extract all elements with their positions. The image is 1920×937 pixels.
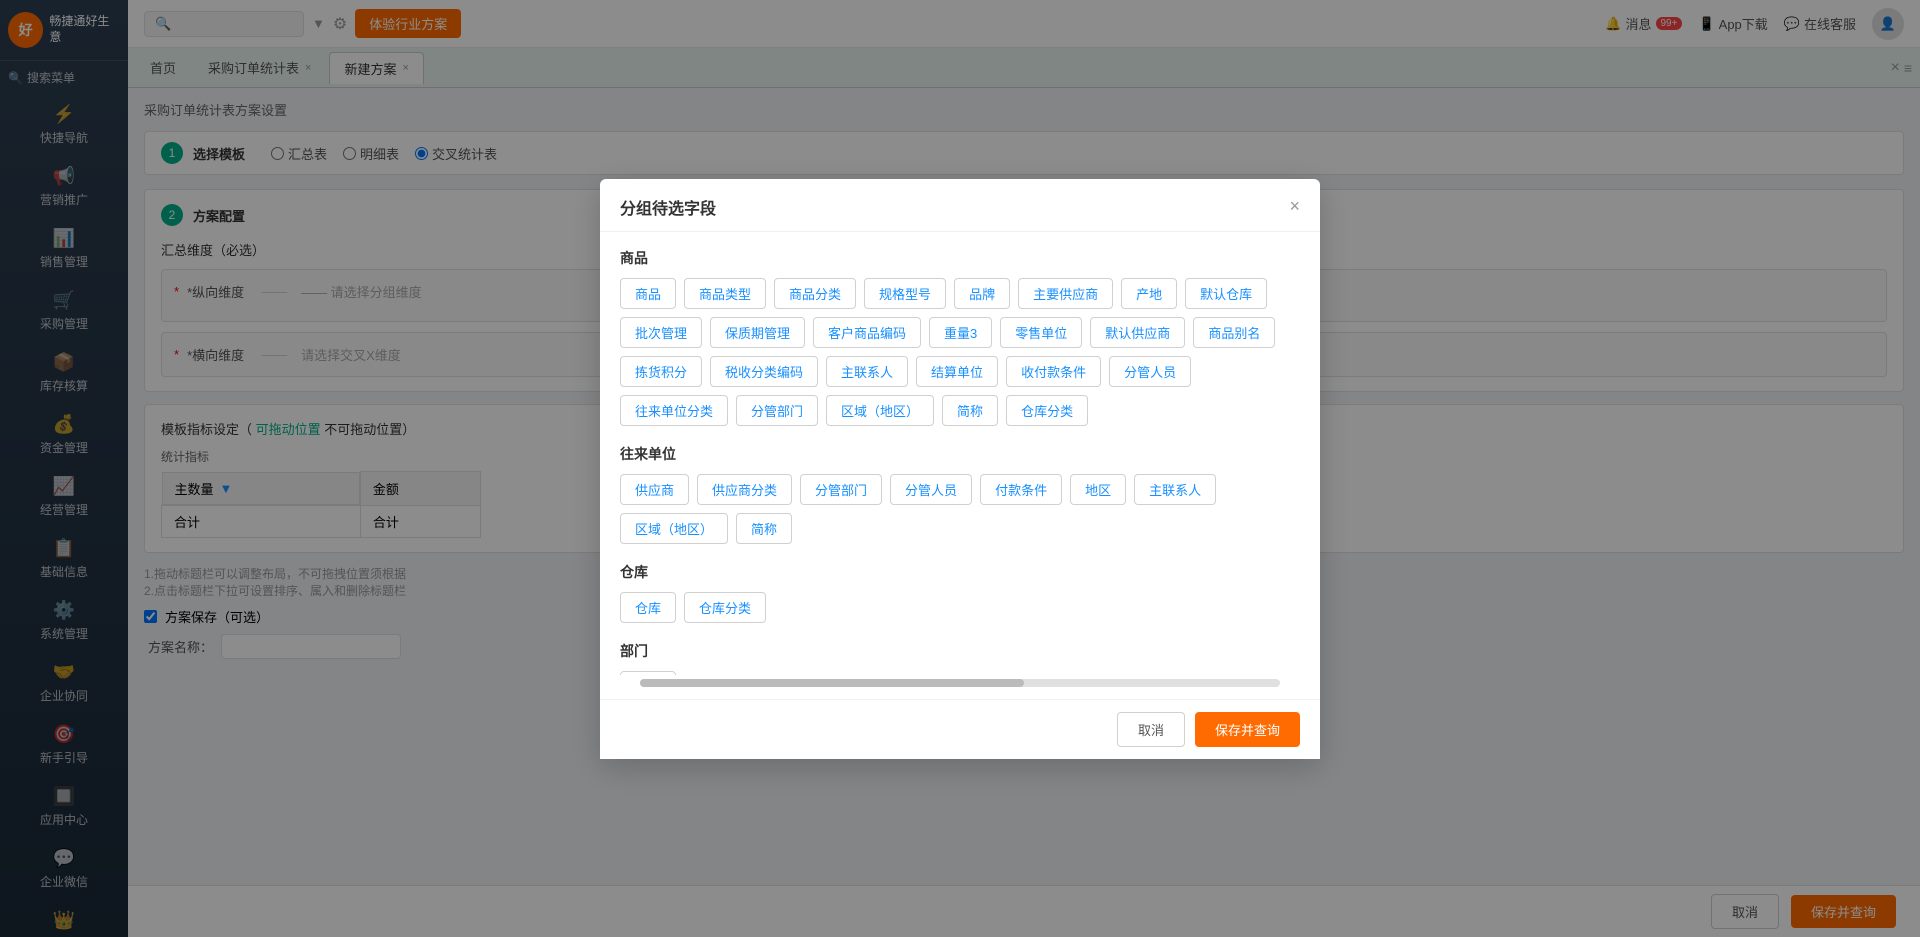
field-tag-区域（地区）[interactable]: 区域（地区） [826,395,934,426]
section-dept: 部门部门 [620,641,1300,675]
section-goods-tags: 商品商品类型商品分类规格型号品牌主要供应商产地默认仓库批次管理保质期管理客户商品… [620,278,1300,426]
section-dept-title: 部门 [620,641,1300,661]
field-tag-简称[interactable]: 简称 [736,513,792,544]
dialog-cancel-button[interactable]: 取消 [1117,712,1185,747]
field-tag-商品类型[interactable]: 商品类型 [684,278,766,309]
field-tag-供应商[interactable]: 供应商 [620,474,689,505]
field-tag-主联系人[interactable]: 主联系人 [826,356,908,387]
field-tag-拣货积分[interactable]: 拣货积分 [620,356,702,387]
dialog-footer: 取消 保存并查询 [600,699,1320,759]
field-tag-税收分类编码[interactable]: 税收分类编码 [710,356,818,387]
section-partner-tags: 供应商供应商分类分管部门分管人员付款条件地区主联系人区域（地区） 简称 [620,474,1300,544]
field-select-dialog: 分组待选字段 × 商品商品商品类型商品分类规格型号品牌主要供应商产地默认仓库批次… [600,179,1320,759]
section-goods-title: 商品 [620,248,1300,268]
horizontal-scrollbar[interactable] [640,679,1280,687]
field-tag-保质期管理[interactable]: 保质期管理 [710,317,805,348]
field-tag-付款条件[interactable]: 付款条件 [980,474,1062,505]
field-tag-地区[interactable]: 地区 [1070,474,1126,505]
field-tag-结算单位[interactable]: 结算单位 [916,356,998,387]
field-tag-简称[interactable]: 简称 [942,395,998,426]
field-tag-仓库[interactable]: 仓库 [620,592,676,623]
field-tag-仓库分类[interactable]: 仓库分类 [684,592,766,623]
field-tag-默认供应商[interactable]: 默认供应商 [1090,317,1185,348]
field-tag-零售单位[interactable]: 零售单位 [1000,317,1082,348]
field-tag-品牌[interactable]: 品牌 [954,278,1010,309]
field-tag-规格型号[interactable]: 规格型号 [864,278,946,309]
field-tag-供应商分类[interactable]: 供应商分类 [697,474,792,505]
section-goods: 商品商品商品类型商品分类规格型号品牌主要供应商产地默认仓库批次管理保质期管理客户… [620,248,1300,426]
field-tag-分管部门[interactable]: 分管部门 [736,395,818,426]
dialog-body: 商品商品商品类型商品分类规格型号品牌主要供应商产地默认仓库批次管理保质期管理客户… [600,232,1320,675]
field-tag-批次管理[interactable]: 批次管理 [620,317,702,348]
dialog-confirm-button[interactable]: 保存并查询 [1195,712,1300,747]
scrollbar-thumb [640,679,1024,687]
section-warehouse-title: 仓库 [620,562,1300,582]
field-tag-分管部门[interactable]: 分管部门 [800,474,882,505]
field-tag-主联系人[interactable]: 主联系人 [1134,474,1216,505]
dialog-overlay: 分组待选字段 × 商品商品商品类型商品分类规格型号品牌主要供应商产地默认仓库批次… [0,0,1920,937]
dialog-title: 分组待选字段 [620,195,716,219]
field-tag-往来单位分类[interactable]: 往来单位分类 [620,395,728,426]
field-tag-分管人员[interactable]: 分管人员 [1109,356,1191,387]
section-warehouse: 仓库仓库仓库分类 [620,562,1300,623]
field-tag-区域（地区）[interactable]: 区域（地区） [620,513,728,544]
field-tag-客户商品编码[interactable]: 客户商品编码 [813,317,921,348]
field-tag-重量3[interactable]: 重量3 [929,317,992,348]
field-tag-商品别名[interactable]: 商品别名 [1193,317,1275,348]
field-tag-产地[interactable]: 产地 [1121,278,1177,309]
section-partner-title: 往来单位 [620,444,1300,464]
field-tag-商品分类[interactable]: 商品分类 [774,278,856,309]
field-tag-收付款条件[interactable]: 收付款条件 [1006,356,1101,387]
dialog-close-button[interactable]: × [1289,196,1300,217]
field-tag-默认仓库[interactable]: 默认仓库 [1185,278,1267,309]
field-tag-商品[interactable]: 商品 [620,278,676,309]
section-warehouse-tags: 仓库仓库分类 [620,592,1300,623]
dialog-header: 分组待选字段 × [600,179,1320,232]
field-tag-仓库分类[interactable]: 仓库分类 [1006,395,1088,426]
field-tag-主要供应商[interactable]: 主要供应商 [1018,278,1113,309]
field-tag-分管人员[interactable]: 分管人员 [890,474,972,505]
section-partner: 往来单位供应商供应商分类分管部门分管人员付款条件地区主联系人区域（地区） 简称 [620,444,1300,544]
